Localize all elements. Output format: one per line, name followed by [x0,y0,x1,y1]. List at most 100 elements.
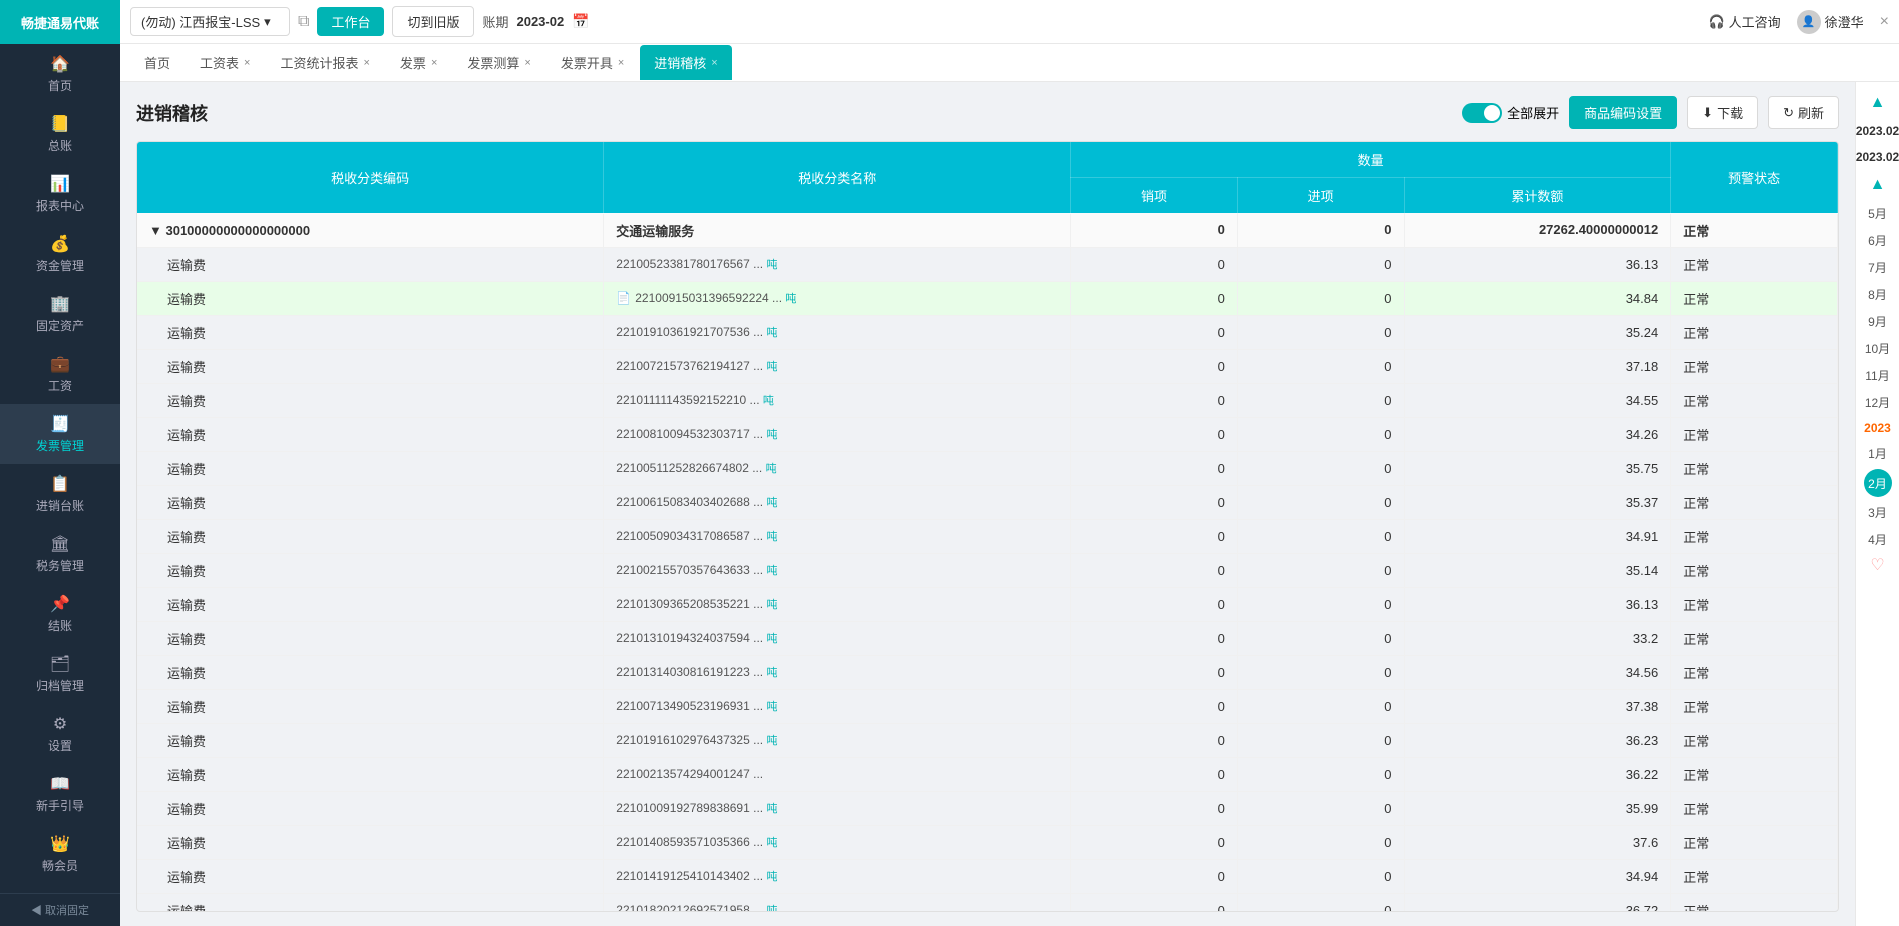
tab-home[interactable]: 首页 [130,45,184,80]
item-cumulative-cell: 34.84 [1404,281,1671,315]
item-sales-cell: 0 [1071,451,1238,485]
item-status-cell: 正常 [1671,893,1838,912]
sidebar-item-ledger[interactable]: 📒 总账 [0,104,120,164]
sidebar-item-reports[interactable]: 📊 报表中心 [0,164,120,224]
user-info[interactable]: 👤 徐澄华 [1797,10,1864,34]
sidebar-item-archive[interactable]: 🗂 归档管理 [0,644,120,704]
sidebar-item-invoice[interactable]: 🧾 发票管理 [0,404,120,464]
sidebar-item-settings[interactable]: ⚙ 设置 [0,704,120,764]
sidebar-item-home[interactable]: 🏠 首页 [0,44,120,104]
calendar-icon[interactable]: 📅 [572,13,589,30]
month-11[interactable]: 11月 [1859,364,1897,387]
item-purchase-cell: 0 [1237,247,1404,281]
switch-version-button[interactable]: 切到旧版 [392,6,474,37]
data-table-wrap[interactable]: 税收分类编码 税收分类名称 数量 预警状态 销项 进项 累计数额 ▼ 3 [136,141,1839,912]
month-12[interactable]: 12月 [1859,391,1897,414]
item-cumulative-cell: 35.24 [1404,315,1671,349]
tab-salary-stats[interactable]: 工资统计报表 × [266,45,383,80]
month-9[interactable]: 9月 [1859,310,1897,333]
table-row[interactable]: 运输费 22101310194324037594 ... 吨 0 0 33.2 … [137,621,1838,655]
sidebar-item-guide[interactable]: 📖 新手引导 [0,764,120,824]
tab-purchase-sales-check[interactable]: 进销稽核 × [640,45,731,80]
table-row[interactable]: 运输费 22101419125410143402 ... 吨 0 0 34.94… [137,859,1838,893]
tab-invoice-calc[interactable]: 发票测算 × [453,45,544,80]
item-name-cell: 运输费 [137,247,604,281]
finance-icon: 💰 [50,234,70,254]
tab-close-icon[interactable]: × [244,57,250,69]
item-name-cell: 运输费 [137,825,604,859]
item-status-cell: 正常 [1671,621,1838,655]
expand-toggle-wrap: 全部展开 [1462,103,1559,123]
sidebar-item-member[interactable]: 👑 畅会员 [0,824,120,884]
item-cumulative-cell: 37.6 [1404,825,1671,859]
table-row[interactable]: 运输费 22100509034317086587 ... 吨 0 0 34.91… [137,519,1838,553]
month-2-active[interactable]: 2月 [1864,469,1892,497]
expand-toggle[interactable] [1462,103,1502,123]
scroll-up-icon[interactable]: ▲ [1866,90,1890,116]
month-8[interactable]: 8月 [1859,283,1897,306]
item-purchase-cell: 0 [1237,281,1404,315]
table-row[interactable]: 运输费 22100810094532303717 ... 吨 0 0 34.26… [137,417,1838,451]
month-4[interactable]: 4月 [1859,528,1897,551]
settings-icon: ⚙ [53,714,67,734]
month-10[interactable]: 10月 [1859,337,1897,360]
tab-close-icon[interactable]: × [711,57,717,69]
assets-icon: 🏢 [50,294,70,314]
item-status-cell: 正常 [1671,825,1838,859]
item-cumulative-cell: 35.14 [1404,553,1671,587]
tab-invoice[interactable]: 发票 × [386,45,451,80]
company-selector[interactable]: (勿动) 江西报宝-LSS ▾ [130,7,290,36]
table-row[interactable]: 运输费 22100215570357643633 ... 吨 0 0 35.14… [137,553,1838,587]
table-row[interactable]: 运输费 22101009192789838691 ... 吨 0 0 35.99… [137,791,1838,825]
sidebar-item-tax[interactable]: 🏛 税务管理 [0,524,120,584]
support-label[interactable]: 🎧 人工咨询 [1708,12,1780,31]
scroll-up-icon-2[interactable]: ▲ [1866,172,1890,198]
tab-invoice-issue[interactable]: 发票开具 × [547,45,638,80]
table-row[interactable]: 运输费 22100713490523196931 ... 吨 0 0 37.38… [137,689,1838,723]
item-purchase-cell: 0 [1237,621,1404,655]
table-row[interactable]: 运输费 22101910361921707536 ... 吨 0 0 35.24… [137,315,1838,349]
tab-salary-table[interactable]: 工资表 × [186,45,264,80]
download-button[interactable]: ⬇ 下载 [1687,96,1758,129]
tab-close-icon[interactable]: × [363,57,369,69]
table-row[interactable]: 运输费 22101314030816191223 ... 吨 0 0 34.56… [137,655,1838,689]
goods-code-settings-button[interactable]: 商品编码设置 [1569,96,1677,129]
window-close-button[interactable]: × [1880,13,1889,31]
tab-close-icon[interactable]: × [524,57,530,69]
workbench-button[interactable]: 工作台 [317,7,384,36]
table-row[interactable]: 运输费 22101916102976437325 ... 吨 0 0 36.23… [137,723,1838,757]
table-row[interactable]: 运输费 22100213574294001247 ... 0 0 36.22 正… [137,757,1838,791]
item-taxcode-cell: 📄22100915031396592224 ... 吨 [604,281,1071,315]
sidebar-item-finance[interactable]: 💰 资金管理 [0,224,120,284]
refresh-button[interactable]: ↻ 刷新 [1768,96,1839,129]
tab-close-icon[interactable]: × [431,57,437,69]
sidebar-item-assets[interactable]: 🏢 固定资产 [0,284,120,344]
item-name-cell: 运输费 [137,791,604,825]
sidebar-item-label: 畅会员 [42,857,78,874]
month-1[interactable]: 1月 [1859,442,1897,465]
item-cumulative-cell: 36.13 [1404,587,1671,621]
month-7[interactable]: 7月 [1859,256,1897,279]
sidebar-item-salary[interactable]: 💼 工资 [0,344,120,404]
table-row[interactable]: 运输费 22100615083403402688 ... 吨 0 0 35.37… [137,485,1838,519]
sidebar-item-purchase-sales[interactable]: 📋 进销台账 [0,464,120,524]
table-row[interactable]: ▼ 30100000000000000000 交通运输服务 0 0 27262.… [137,213,1838,247]
table-row[interactable]: 运输费 22101309365208535221 ... 吨 0 0 36.13… [137,587,1838,621]
table-row[interactable]: 运输费 📄22100915031396592224 ... 吨 0 0 34.8… [137,281,1838,315]
sidebar-item-closing[interactable]: 📌 结账 [0,584,120,644]
table-row[interactable]: 运输费 22100511252826674802 ... 吨 0 0 35.75… [137,451,1838,485]
month-3[interactable]: 3月 [1859,501,1897,524]
tab-close-icon[interactable]: × [618,57,624,69]
page-title: 进销稽核 [136,100,208,126]
table-row[interactable]: 运输费 22100721573762194127 ... 吨 0 0 37.18… [137,349,1838,383]
item-purchase-cell: 0 [1237,553,1404,587]
table-row[interactable]: 运输费 22101408593571035366 ... 吨 0 0 37.6 … [137,825,1838,859]
month-6[interactable]: 6月 [1859,229,1897,252]
item-sales-cell: 0 [1071,553,1238,587]
table-row[interactable]: 运输费 22100523381780176567 ... 吨 0 0 36.13… [137,247,1838,281]
copy-icon[interactable]: ⧉ [298,13,309,31]
table-row[interactable]: 运输费 22101111143592152210 ... 吨 0 0 34.55… [137,383,1838,417]
sidebar-unpin[interactable]: ◀ 取消固定 [0,893,120,926]
table-row[interactable]: 运输费 22101820212692571958 ... 吨 0 0 36.72… [137,893,1838,912]
month-5[interactable]: 5月 [1859,202,1897,225]
